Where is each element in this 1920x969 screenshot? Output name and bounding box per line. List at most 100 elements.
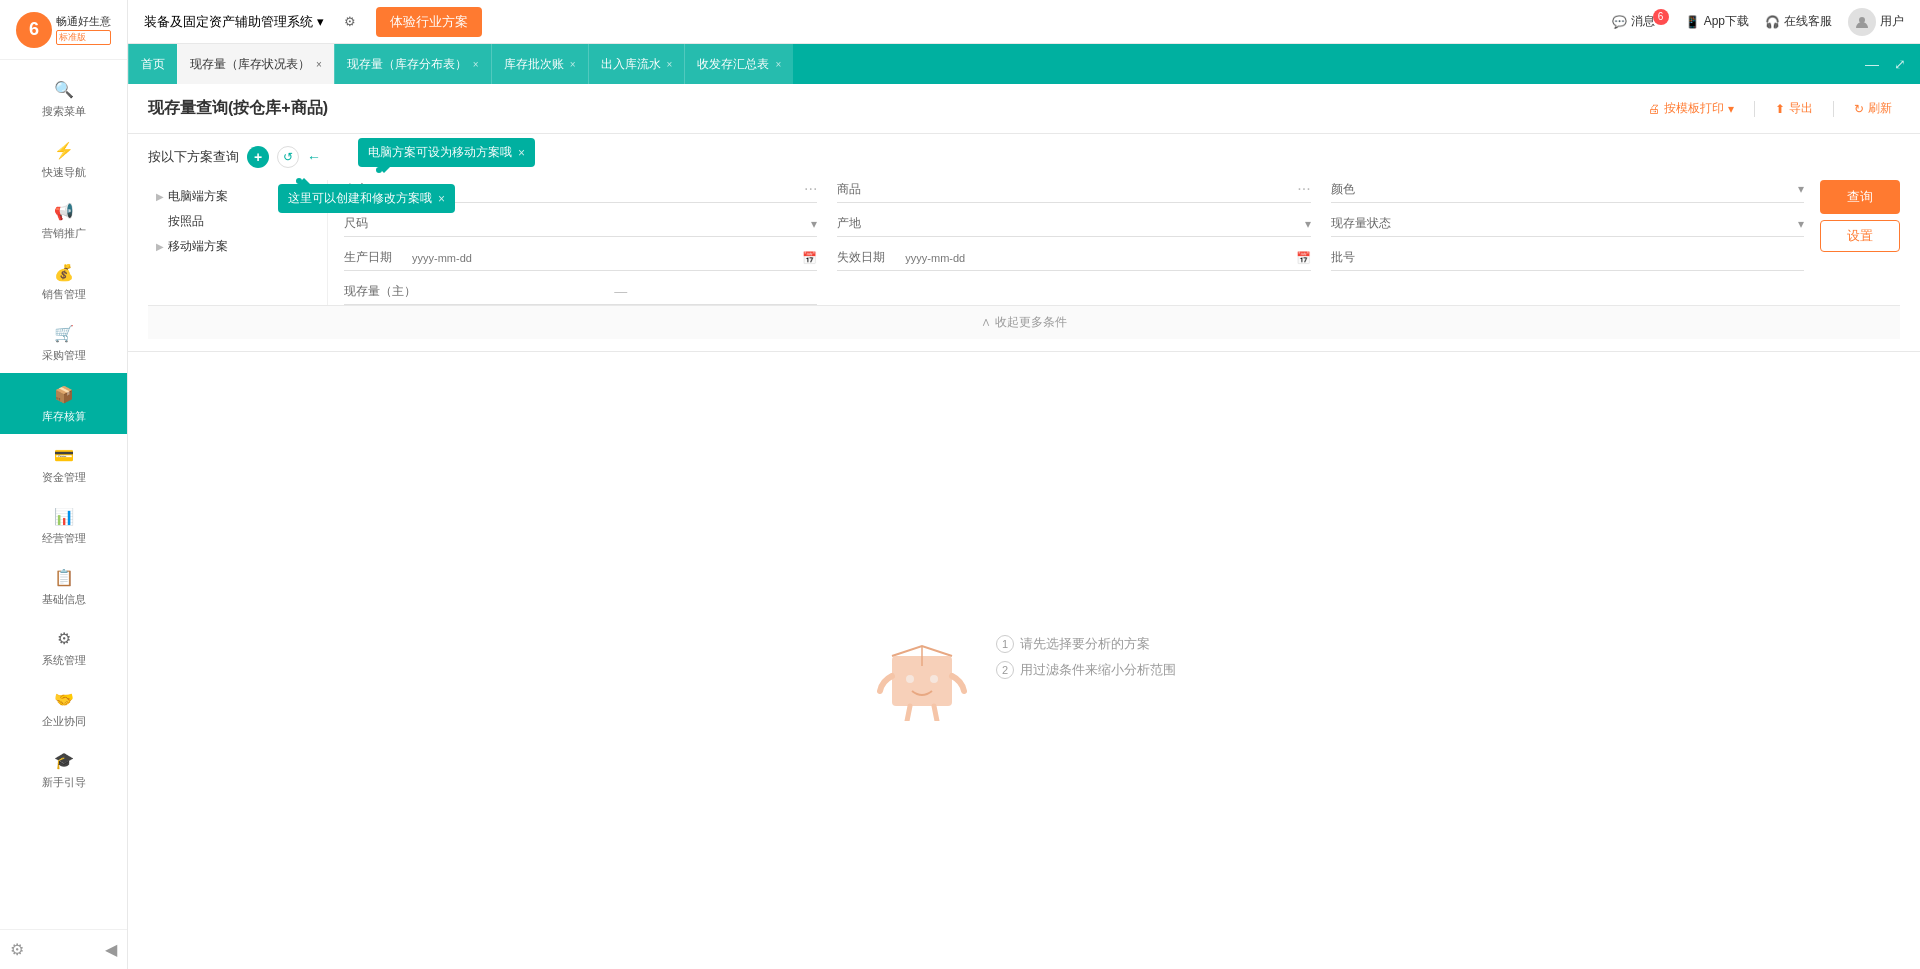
inventory-icon: 📦 — [53, 383, 75, 405]
sidebar-item-system[interactable]: ⚙ 系统管理 — [0, 617, 127, 678]
app-download-label: App下载 — [1704, 13, 1749, 30]
filter-label: 按以下方案查询 — [148, 148, 239, 166]
sidebar-item-inventory[interactable]: 📦 库存核算 — [0, 373, 127, 434]
tab-inventory_dist[interactable]: 现存量（库存分布表）× — [334, 44, 491, 84]
online-support-item[interactable]: 🎧 在线客服 — [1765, 13, 1832, 30]
tab-in_out_flow[interactable]: 出入库流水× — [588, 44, 685, 84]
mobile-scheme-arrow: ▶ — [156, 241, 164, 252]
stock-main-label: 现存量（主） — [344, 283, 416, 300]
filter-add-button[interactable]: + — [247, 146, 269, 168]
phone-icon: 📱 — [1685, 15, 1700, 29]
filter-reset-button[interactable]: ↺ — [277, 146, 299, 168]
stock-status-dropdown-icon[interactable]: ▾ — [1798, 217, 1804, 231]
settings-icon[interactable]: ⚙ — [10, 940, 24, 959]
stock-status-input[interactable] — [1399, 217, 1798, 231]
basic-icon: 📋 — [53, 566, 75, 588]
quicknav-icon: ⚡ — [53, 139, 75, 161]
user-item[interactable]: 用户 — [1848, 8, 1904, 36]
dropdown-icon: ▾ — [317, 14, 324, 29]
empty-illustration — [872, 611, 972, 711]
tab-minimize-button[interactable]: — — [1860, 52, 1884, 76]
mobile-scheme-item[interactable]: ▶ 移动端方案 — [148, 234, 315, 259]
sidebar-item-operation[interactable]: 📊 经营管理 — [0, 495, 127, 556]
query-button[interactable]: 查询 — [1820, 180, 1900, 214]
size-input[interactable] — [412, 217, 811, 231]
warehouse-input[interactable] — [412, 182, 804, 196]
export-button[interactable]: ⬆ 导出 — [1767, 96, 1821, 121]
batch-input[interactable] — [1399, 251, 1804, 265]
goods-field: 商品 ··· — [837, 180, 1310, 203]
tab-home[interactable]: 首页 — [128, 44, 177, 84]
operation-icon: 📊 — [53, 505, 75, 527]
tab-label-inventory_status: 现存量（库存状况表） — [190, 56, 310, 73]
svg-point-2 — [906, 675, 914, 683]
try-industry-button[interactable]: 体验行业方案 — [376, 7, 482, 37]
origin-input[interactable] — [905, 217, 1304, 231]
guide-icon: 🎓 — [53, 749, 75, 771]
tab-batch_account[interactable]: 库存批次账× — [491, 44, 588, 84]
size-dropdown-icon[interactable]: ▾ — [811, 217, 817, 231]
origin-dropdown-icon[interactable]: ▾ — [1305, 217, 1311, 231]
refresh-button[interactable]: ↻ 刷新 — [1846, 96, 1900, 121]
exp-date-input[interactable] — [905, 252, 1295, 264]
sidebar-item-quicknav[interactable]: ⚡ 快速导航 — [0, 129, 127, 190]
print-button[interactable]: 🖨 按模板打印 ▾ — [1640, 96, 1742, 121]
top-header: 装备及固定资产辅助管理系统 ▾ ⚙ 体验行业方案 💬 消息 6 📱 App下载 … — [128, 0, 1920, 44]
tab-close-collect_summary[interactable]: × — [775, 59, 781, 70]
color-dropdown-icon[interactable]: ▾ — [1798, 182, 1804, 196]
mfg-date-input[interactable] — [412, 252, 802, 264]
warehouse-more-icon[interactable]: ··· — [804, 180, 817, 198]
divider-1 — [1754, 101, 1755, 117]
origin-field: 产地 ▾ — [837, 215, 1310, 237]
gear-button[interactable]: ⚙ — [336, 8, 364, 36]
app-download-item[interactable]: 📱 App下载 — [1685, 13, 1749, 30]
size-label: 尺码 — [344, 215, 404, 232]
tab-maximize-button[interactable]: ⤢ — [1888, 52, 1912, 76]
sidebar-item-guide[interactable]: 🎓 新手引导 — [0, 739, 127, 800]
stock-status-field: 现存量状态 ▾ — [1331, 215, 1804, 237]
goods-more-icon[interactable]: ··· — [1297, 180, 1310, 198]
finance-icon: 💳 — [53, 444, 75, 466]
filter-section: 按以下方案查询 + ↺ ← 电脑方案可设为移动方案哦 × — [128, 134, 1920, 352]
goods-input[interactable] — [905, 182, 1297, 196]
tooltip-1-wrapper: 电脑方案可设为移动方案哦 × — [358, 138, 535, 175]
sidebar-item-enterprise[interactable]: 🤝 企业协同 — [0, 678, 127, 739]
system-label: 系统管理 — [42, 653, 86, 668]
page-content: 现存量查询(按仓库+商品) 🖨 按模板打印 ▾ ⬆ 导出 ↻ — [128, 84, 1920, 969]
stock-main-input-end[interactable] — [633, 285, 817, 299]
print-icon: 🖨 — [1648, 102, 1660, 116]
tooltip-2-close[interactable]: × — [438, 192, 445, 206]
exp-date-calendar-icon[interactable]: 📅 — [1296, 251, 1311, 265]
sidebar-item-search[interactable]: 🔍 搜索菜单 — [0, 68, 127, 129]
tooltip-1-close[interactable]: × — [518, 146, 525, 160]
message-item[interactable]: 💬 消息 6 — [1612, 13, 1669, 30]
filter-arrow-button[interactable]: ← — [307, 149, 321, 165]
sidebar-item-basic[interactable]: 📋 基础信息 — [0, 556, 127, 617]
marketing-label: 营销推广 — [42, 226, 86, 241]
export-label: 导出 — [1789, 100, 1813, 117]
search-icon: 🔍 — [53, 78, 75, 100]
tab-collect_summary[interactable]: 收发存汇总表× — [684, 44, 793, 84]
mfg-date-calendar-icon[interactable]: 📅 — [802, 251, 817, 265]
system-title-dropdown[interactable]: 装备及固定资产辅助管理系统 ▾ — [144, 13, 324, 31]
tab-close-inventory_dist[interactable]: × — [473, 59, 479, 70]
sidebar-item-marketing[interactable]: 📢 营销推广 — [0, 190, 127, 251]
sidebar-item-purchase[interactable]: 🛒 采购管理 — [0, 312, 127, 373]
tab-bar: 首页现存量（库存状况表）×现存量（库存分布表）×库存批次账×出入库流水×收发存汇… — [128, 44, 1920, 84]
collapse-bar[interactable]: ∧ 收起更多条件 — [148, 305, 1900, 339]
tab-inventory_status[interactable]: 现存量（库存状况表） × — [177, 44, 334, 84]
tab-close-batch_account[interactable]: × — [570, 59, 576, 70]
sidebar-item-sales[interactable]: 💰 销售管理 — [0, 251, 127, 312]
sidebar-item-finance[interactable]: 💳 资金管理 — [0, 434, 127, 495]
tab-close-inventory_status[interactable]: × — [316, 59, 322, 70]
finance-label: 资金管理 — [42, 470, 86, 485]
tab-close-in_out_flow[interactable]: × — [667, 59, 673, 70]
mfg-date-label: 生产日期 — [344, 249, 404, 266]
stock-main-input[interactable] — [424, 285, 608, 299]
settings-button[interactable]: 设置 — [1820, 220, 1900, 252]
collapse-icon[interactable]: ◀ — [105, 940, 117, 959]
sales-label: 销售管理 — [42, 287, 86, 302]
message-icon: 💬 — [1612, 15, 1627, 29]
logo-icon: 6 — [16, 12, 52, 48]
color-input[interactable] — [1399, 182, 1798, 196]
